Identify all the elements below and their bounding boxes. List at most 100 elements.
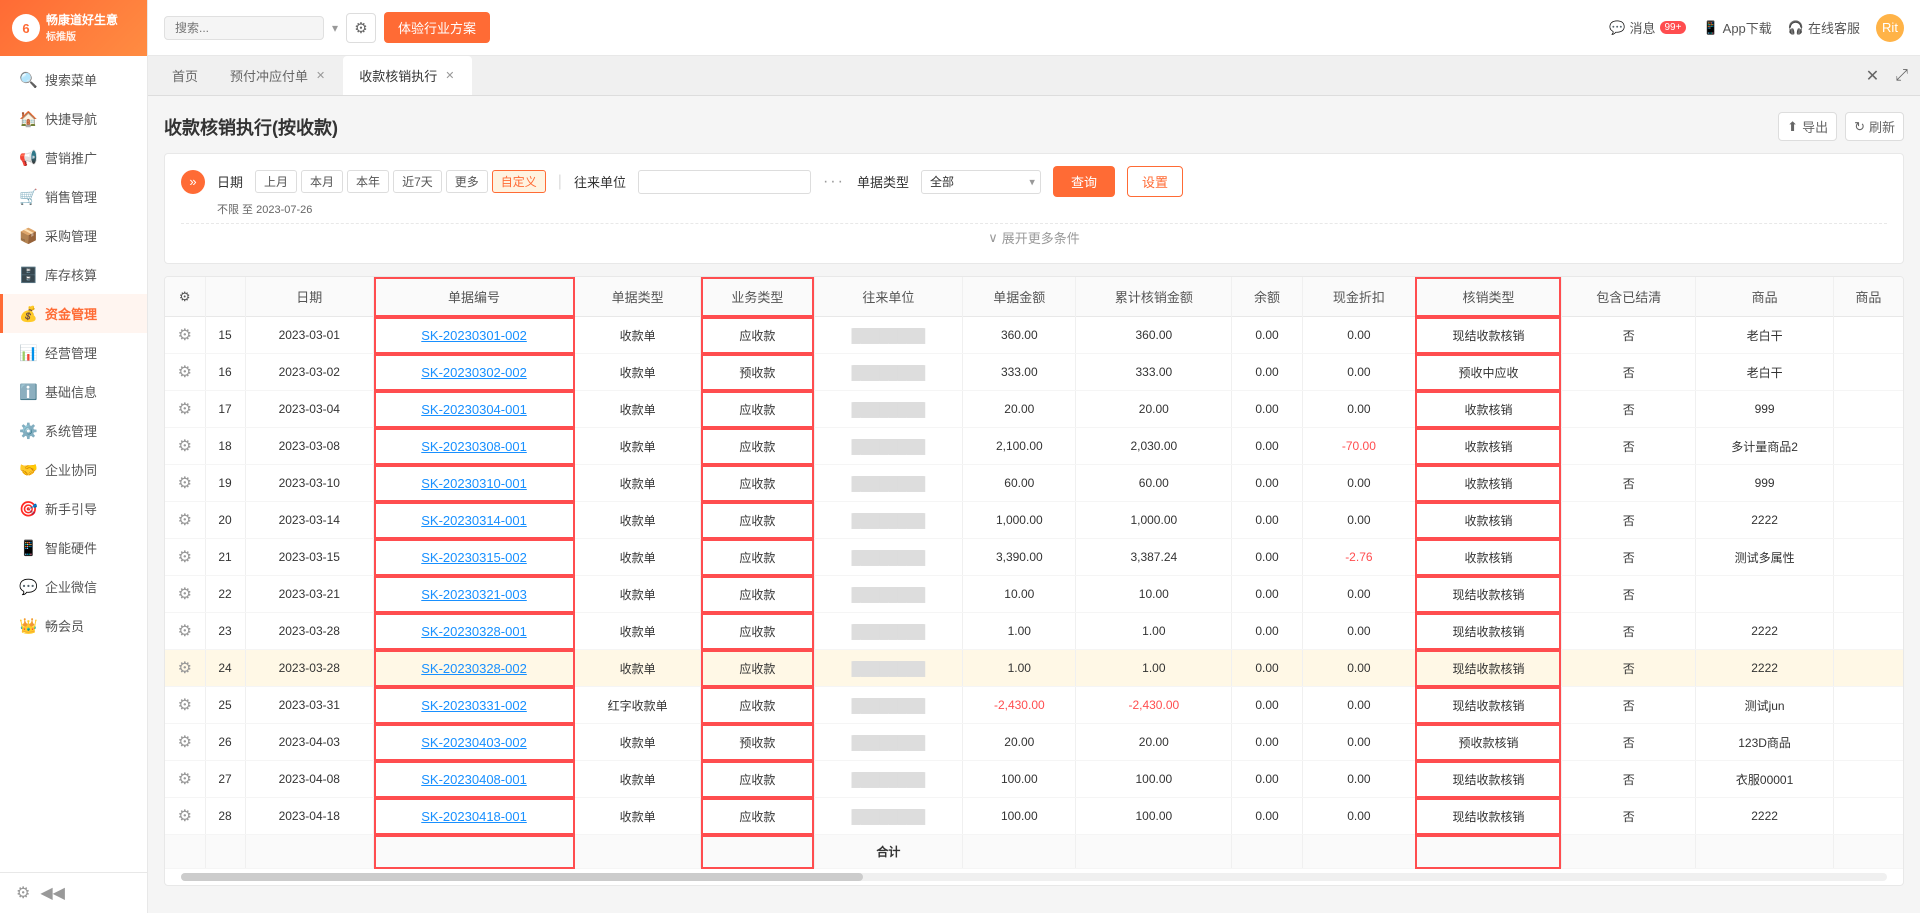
cell-settings[interactable]: ⚙ xyxy=(165,687,205,724)
query-button[interactable]: 查询 xyxy=(1053,166,1115,197)
doc-link[interactable]: SK-20230304-001 xyxy=(421,402,527,417)
search-input[interactable] xyxy=(164,16,324,40)
cell-date xyxy=(245,835,374,869)
col-incl-settled-header[interactable]: 包含已结清 xyxy=(1561,277,1696,317)
sidebar-item-sys-mgmt[interactable]: ⚙️系统管理 xyxy=(0,411,147,450)
cell-settings[interactable]: ⚙ xyxy=(165,428,205,465)
sidebar-item-corp-collab[interactable]: 🤝企业协同 xyxy=(0,450,147,489)
doc-link[interactable]: SK-20230310-001 xyxy=(421,476,527,491)
doc-link[interactable]: SK-20230314-001 xyxy=(421,513,527,528)
col-writeoff-header[interactable]: 累计核销金额 xyxy=(1076,277,1232,317)
cell-biztype: 应收款 xyxy=(701,650,814,687)
cell-goods: 测试多属性 xyxy=(1696,539,1833,576)
doc-link[interactable]: SK-20230308-001 xyxy=(421,439,527,454)
this-year-btn[interactable]: 本年 xyxy=(347,170,389,193)
settings-icon[interactable]: ⚙ xyxy=(16,883,30,903)
cell-doctype: 红字收款单 xyxy=(575,687,701,724)
expand-icon[interactable]: ⤢ xyxy=(1891,63,1912,89)
app-download-item[interactable]: 📱 App下载 xyxy=(1702,18,1771,37)
doc-link[interactable]: SK-20230408-001 xyxy=(421,772,527,787)
cell-settings[interactable]: ⚙ xyxy=(165,354,205,391)
expand-more-button[interactable]: ∨ 展开更多条件 xyxy=(988,228,1080,247)
table-scrollbar[interactable] xyxy=(181,873,1887,881)
table-row: ⚙ 27 2023-04-08 SK-20230408-001 收款单 应收款 … xyxy=(165,761,1903,798)
sidebar-item-basic-info[interactable]: ℹ️基础信息 xyxy=(0,372,147,411)
this-month-btn[interactable]: 本月 xyxy=(301,170,343,193)
export-button[interactable]: ⬆ 导出 xyxy=(1778,112,1837,141)
cell-settings[interactable]: ⚙ xyxy=(165,317,205,354)
more-date-btn[interactable]: 更多 xyxy=(446,170,488,193)
filter-expand-btn[interactable]: » xyxy=(181,170,205,194)
counterpart-input[interactable] xyxy=(638,170,811,194)
col-date-header[interactable]: 日期 xyxy=(245,277,374,317)
cell-cash-discount: -70.00 xyxy=(1302,428,1415,465)
doc-type-select[interactable]: 全部 收款单 xyxy=(921,170,1041,194)
gear-button[interactable]: ⚙ xyxy=(346,13,376,43)
sidebar-item-corp-wx[interactable]: 💬企业微信 xyxy=(0,567,147,606)
close-all-icon[interactable]: ✕ xyxy=(1862,62,1883,90)
tab-write-off[interactable]: 收款核销执行 ✕ xyxy=(343,56,472,95)
sidebar-item-search-menu[interactable]: 🔍搜索菜单 xyxy=(0,60,147,99)
mobile-icon: 📱 xyxy=(1702,20,1718,36)
cell-settings[interactable]: ⚙ xyxy=(165,391,205,428)
doc-link[interactable]: SK-20230302-002 xyxy=(421,365,527,380)
cell-settings[interactable]: ⚙ xyxy=(165,761,205,798)
cell-settings[interactable]: ⚙ xyxy=(165,576,205,613)
tab-write-off-close[interactable]: ✕ xyxy=(443,68,456,83)
sidebar-item-operations[interactable]: 📊经营管理 xyxy=(0,333,147,372)
sidebar-item-sales-mgmt[interactable]: 🛒销售管理 xyxy=(0,177,147,216)
doc-link[interactable]: SK-20230328-002 xyxy=(421,661,527,676)
sidebar-item-guide[interactable]: 🎯新手引导 xyxy=(0,489,147,528)
more-filters-dots[interactable]: ··· xyxy=(823,173,845,191)
col-goods2-header[interactable]: 商品 xyxy=(1833,277,1903,317)
doc-link[interactable]: SK-20230331-002 xyxy=(421,698,527,713)
doc-link[interactable]: SK-20230328-001 xyxy=(421,624,527,639)
col-balance-header[interactable]: 余额 xyxy=(1232,277,1303,317)
user-avatar[interactable]: Rit xyxy=(1876,14,1904,42)
industry-btn[interactable]: 体验行业方案 xyxy=(384,12,490,43)
setting-button[interactable]: 设置 xyxy=(1127,166,1183,197)
doc-link[interactable]: SK-20230321-003 xyxy=(421,587,527,602)
doc-link[interactable]: SK-20230403-002 xyxy=(421,735,527,750)
sidebar-item-purchase[interactable]: 📦采购管理 xyxy=(0,216,147,255)
sidebar-item-smart-hw[interactable]: 📱智能硬件 xyxy=(0,528,147,567)
sidebar-item-marketing[interactable]: 📢营销推广 xyxy=(0,138,147,177)
collapse-icon[interactable]: ◀◀ xyxy=(40,883,65,903)
cell-settings[interactable]: ⚙ xyxy=(165,650,205,687)
doc-link[interactable]: SK-20230315-002 xyxy=(421,550,527,565)
cell-settings[interactable]: ⚙ xyxy=(165,798,205,835)
last-month-btn[interactable]: 上月 xyxy=(255,170,297,193)
tab-pre-apply[interactable]: 预付冲应付单 ✕ xyxy=(214,56,343,95)
col-cash-discount-header[interactable]: 现金折扣 xyxy=(1302,277,1415,317)
cell-settings[interactable]: ⚙ xyxy=(165,465,205,502)
messages-item[interactable]: 💬 消息 99+ xyxy=(1609,18,1686,37)
cell-amount: 100.00 xyxy=(963,761,1076,798)
table-row: 合计 xyxy=(165,835,1903,869)
col-docno-header[interactable]: 单据编号 xyxy=(374,277,575,317)
tab-home[interactable]: 首页 xyxy=(156,56,214,95)
cell-settings[interactable]: ⚙ xyxy=(165,539,205,576)
online-service-item[interactable]: 🎧 在线客服 xyxy=(1788,18,1860,37)
cell-balance: 0.00 xyxy=(1232,539,1303,576)
cell-settings[interactable]: ⚙ xyxy=(165,502,205,539)
sidebar-item-member[interactable]: 👑畅会员 xyxy=(0,606,147,645)
col-writeoff-type-header[interactable]: 核销类型 xyxy=(1415,277,1561,317)
refresh-button[interactable]: ↻ 刷新 xyxy=(1845,112,1904,141)
cell-settings[interactable]: ⚙ xyxy=(165,724,205,761)
sidebar-item-inventory[interactable]: 🗄️库存核算 xyxy=(0,255,147,294)
col-biztype-header[interactable]: 业务类型 xyxy=(701,277,814,317)
col-settings-header[interactable]: ⚙ xyxy=(165,277,205,317)
col-amount-header[interactable]: 单据金额 xyxy=(963,277,1076,317)
tab-pre-apply-close[interactable]: ✕ xyxy=(314,68,327,83)
col-goods-header[interactable]: 商品 xyxy=(1696,277,1833,317)
col-counterpart-header[interactable]: 往来单位 xyxy=(814,277,963,317)
col-doctype-header[interactable]: 单据类型 xyxy=(575,277,701,317)
last-7-days-btn[interactable]: 近7天 xyxy=(393,170,442,193)
counterpart-label: 往来单位 xyxy=(574,172,626,191)
doc-link[interactable]: SK-20230301-002 xyxy=(421,328,527,343)
sidebar-item-finance[interactable]: 💰资金管理 xyxy=(0,294,147,333)
custom-date-btn[interactable]: 自定义 xyxy=(492,170,546,193)
cell-settings[interactable]: ⚙ xyxy=(165,613,205,650)
sidebar-item-quick-nav[interactable]: 🏠快捷导航 xyxy=(0,99,147,138)
doc-link[interactable]: SK-20230418-001 xyxy=(421,809,527,824)
